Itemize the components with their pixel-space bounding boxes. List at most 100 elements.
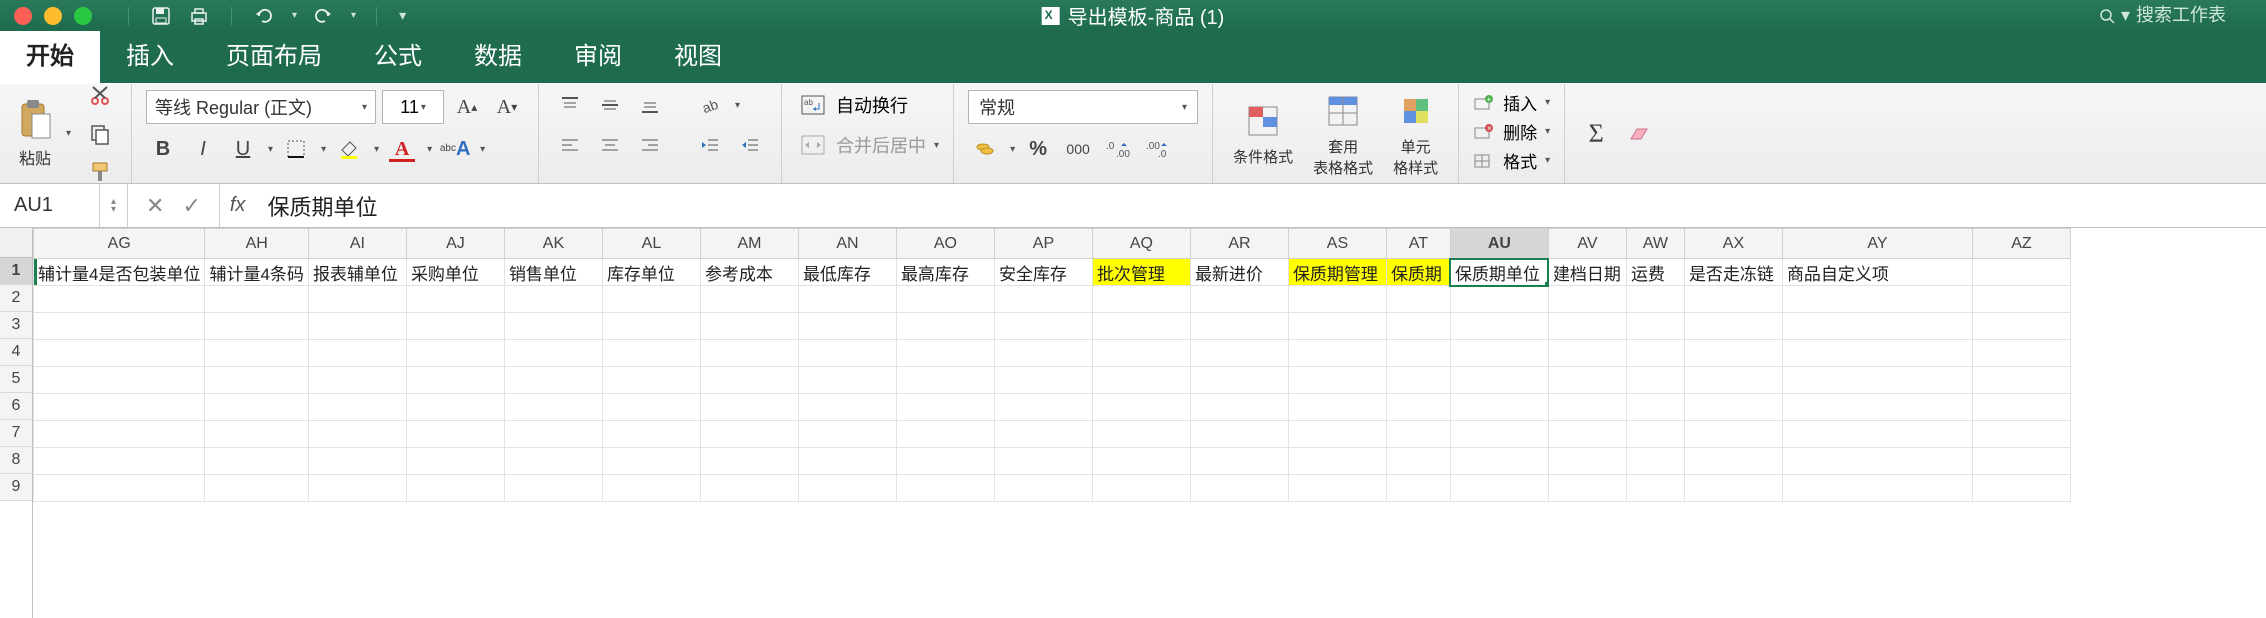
cell-AH1[interactable]: 辅计量4条码 xyxy=(205,259,308,286)
cell-AL4[interactable] xyxy=(602,340,700,367)
cell-AV4[interactable] xyxy=(1548,340,1626,367)
row-header-9[interactable]: 9 xyxy=(0,474,32,501)
cell-AS9[interactable] xyxy=(1288,475,1386,502)
cell-AJ6[interactable] xyxy=(406,394,504,421)
column-header-AI[interactable]: AI xyxy=(308,229,406,259)
cell-AP1[interactable]: 安全库存 xyxy=(994,259,1092,286)
cell-AG1[interactable]: 辅计量4是否包装单位 xyxy=(34,259,205,286)
cell-AN1[interactable]: 最低库存 xyxy=(798,259,896,286)
cell-AV7[interactable] xyxy=(1548,421,1626,448)
cell-AZ1[interactable] xyxy=(1972,259,2070,286)
cell-AQ5[interactable] xyxy=(1092,367,1190,394)
cell-AN8[interactable] xyxy=(798,448,896,475)
cell-AP6[interactable] xyxy=(994,394,1092,421)
cell-AU1[interactable]: 保质期单位 xyxy=(1450,259,1548,286)
cell-AJ7[interactable] xyxy=(406,421,504,448)
cell-AU3[interactable] xyxy=(1450,313,1548,340)
cell-AV8[interactable] xyxy=(1548,448,1626,475)
currency-dropdown-icon[interactable]: ▾ xyxy=(1010,144,1015,155)
cell-AM8[interactable] xyxy=(700,448,798,475)
column-header-AL[interactable]: AL xyxy=(602,229,700,259)
autosum-icon[interactable]: Σ xyxy=(1579,119,1613,149)
format-table-button[interactable]: 套用 表格格式 xyxy=(1307,90,1379,178)
cell-AM7[interactable] xyxy=(700,421,798,448)
cell-AH6[interactable] xyxy=(205,394,308,421)
cell-AY6[interactable] xyxy=(1782,394,1972,421)
maximize-window-button[interactable] xyxy=(74,7,92,25)
merge-dropdown-icon[interactable]: ▾ xyxy=(934,140,939,151)
conditional-format-button[interactable]: 条件格式 xyxy=(1227,100,1299,167)
cell-AT8[interactable] xyxy=(1386,448,1450,475)
cell-AL1[interactable]: 库存单位 xyxy=(602,259,700,286)
cell-AT5[interactable] xyxy=(1386,367,1450,394)
fill-color-icon[interactable] xyxy=(332,134,366,164)
cell-AH3[interactable] xyxy=(205,313,308,340)
cell-AV2[interactable] xyxy=(1548,286,1626,313)
comma-icon[interactable]: 000 xyxy=(1061,134,1095,164)
cell-AZ2[interactable] xyxy=(1972,286,2070,313)
cell-AN2[interactable] xyxy=(798,286,896,313)
cell-AG7[interactable] xyxy=(34,421,205,448)
currency-icon[interactable] xyxy=(968,134,1002,164)
cell-AG8[interactable] xyxy=(34,448,205,475)
cell-AH8[interactable] xyxy=(205,448,308,475)
row-header-7[interactable]: 7 xyxy=(0,420,32,447)
name-box[interactable]: AU1 xyxy=(0,184,100,227)
cell-AS8[interactable] xyxy=(1288,448,1386,475)
cell-AH9[interactable] xyxy=(205,475,308,502)
cell-AV9[interactable] xyxy=(1548,475,1626,502)
cell-AX3[interactable] xyxy=(1684,313,1782,340)
minimize-window-button[interactable] xyxy=(44,7,62,25)
column-header-AM[interactable]: AM xyxy=(700,229,798,259)
cell-AV1[interactable]: 建档日期 xyxy=(1548,259,1626,286)
column-header-AP[interactable]: AP xyxy=(994,229,1092,259)
column-header-AS[interactable]: AS xyxy=(1288,229,1386,259)
cell-AT6[interactable] xyxy=(1386,394,1450,421)
close-window-button[interactable] xyxy=(14,7,32,25)
align-bottom-icon[interactable] xyxy=(633,90,667,120)
cell-AW8[interactable] xyxy=(1626,448,1684,475)
cell-AX9[interactable] xyxy=(1684,475,1782,502)
cell-AG3[interactable] xyxy=(34,313,205,340)
cell-AP9[interactable] xyxy=(994,475,1092,502)
number-format-select[interactable]: 常规▾ xyxy=(968,90,1198,124)
cell-AW3[interactable] xyxy=(1626,313,1684,340)
row-header-8[interactable]: 8 xyxy=(0,447,32,474)
align-middle-icon[interactable] xyxy=(593,90,627,120)
column-header-AQ[interactable]: AQ xyxy=(1092,229,1190,259)
phonetic-icon[interactable]: abcA xyxy=(438,134,472,164)
merge-center-button[interactable]: 合并后居中 ▾ xyxy=(796,130,939,160)
cell-AY2[interactable] xyxy=(1782,286,1972,313)
cell-AK6[interactable] xyxy=(504,394,602,421)
align-center-icon[interactable] xyxy=(593,130,627,160)
cell-AG6[interactable] xyxy=(34,394,205,421)
orientation-icon[interactable]: ab xyxy=(693,90,727,120)
cell-AJ1[interactable]: 采购单位 xyxy=(406,259,504,286)
cell-AO7[interactable] xyxy=(896,421,994,448)
cell-AI3[interactable] xyxy=(308,313,406,340)
column-header-AU[interactable]: AU xyxy=(1450,229,1548,259)
cell-AN4[interactable] xyxy=(798,340,896,367)
border-icon[interactable] xyxy=(279,134,313,164)
copy-icon[interactable] xyxy=(83,119,117,149)
cell-AR4[interactable] xyxy=(1190,340,1288,367)
cell-AL6[interactable] xyxy=(602,394,700,421)
column-header-AN[interactable]: AN xyxy=(798,229,896,259)
format-painter-icon[interactable] xyxy=(83,157,117,187)
cell-AP3[interactable] xyxy=(994,313,1092,340)
cell-AW1[interactable]: 运费 xyxy=(1626,259,1684,286)
cell-AO3[interactable] xyxy=(896,313,994,340)
column-header-AO[interactable]: AO xyxy=(896,229,994,259)
underline-button[interactable]: U xyxy=(226,134,260,164)
cell-AL8[interactable] xyxy=(602,448,700,475)
undo-icon[interactable] xyxy=(252,5,276,27)
cell-AO9[interactable] xyxy=(896,475,994,502)
cell-AJ5[interactable] xyxy=(406,367,504,394)
cell-AY4[interactable] xyxy=(1782,340,1972,367)
cell-AR1[interactable]: 最新进价 xyxy=(1190,259,1288,286)
cell-AX6[interactable] xyxy=(1684,394,1782,421)
cell-AQ9[interactable] xyxy=(1092,475,1190,502)
cell-AM2[interactable] xyxy=(700,286,798,313)
cell-AO5[interactable] xyxy=(896,367,994,394)
cell-AI5[interactable] xyxy=(308,367,406,394)
